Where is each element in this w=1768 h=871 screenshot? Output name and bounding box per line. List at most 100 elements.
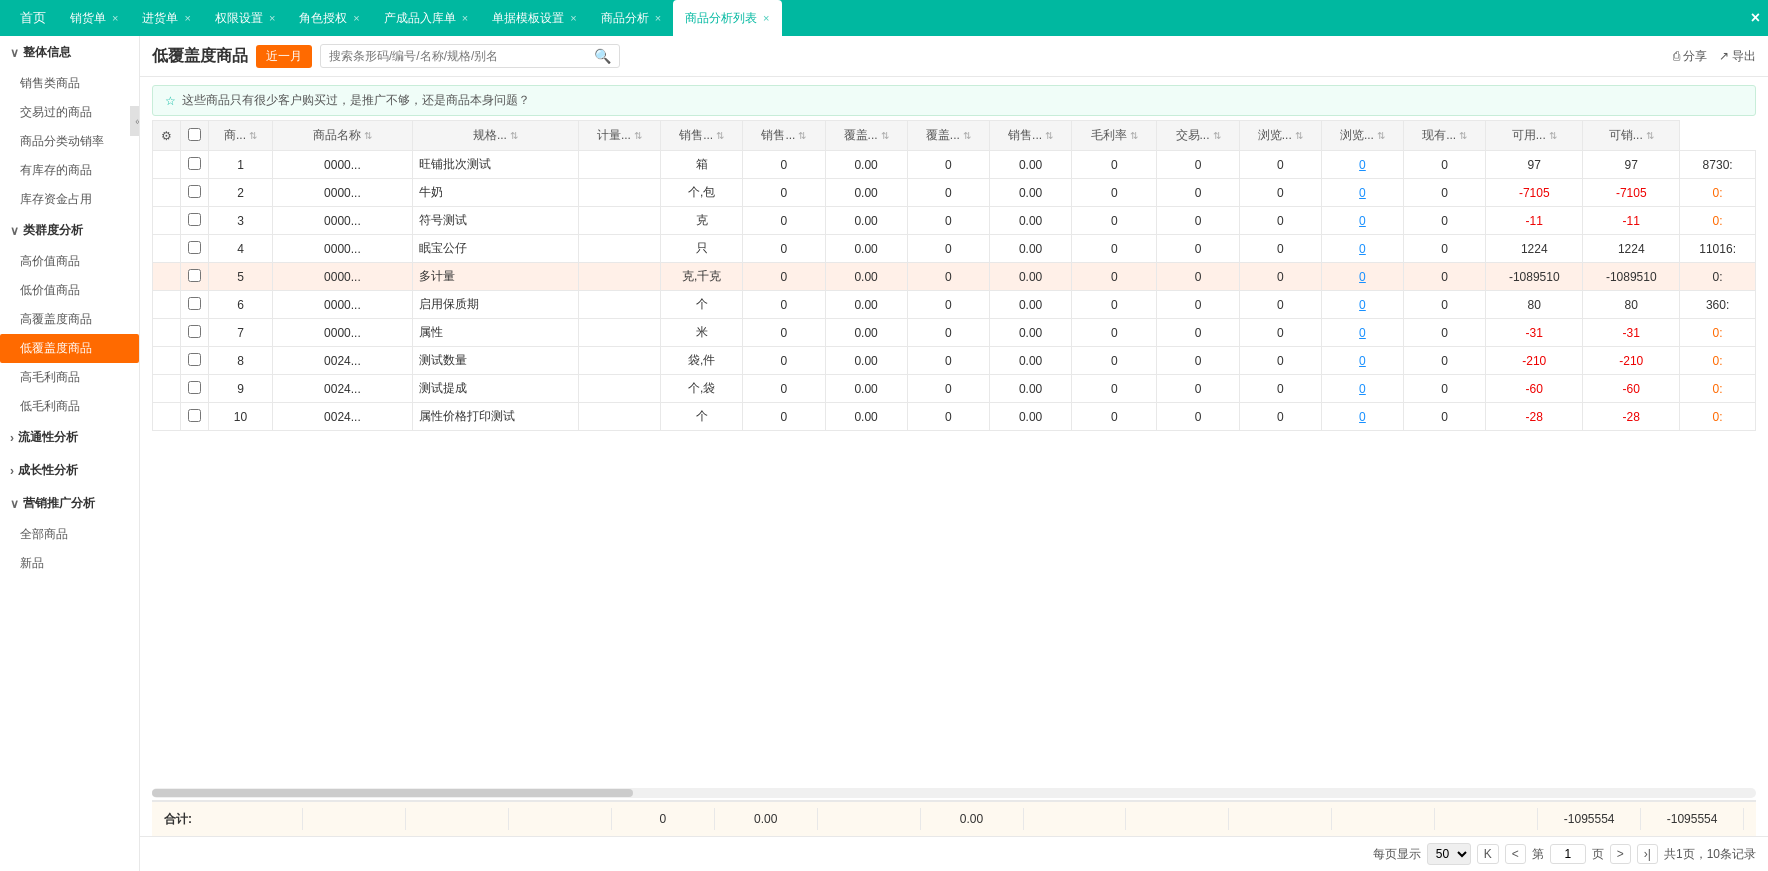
cell-check[interactable] [181,235,209,263]
th-saleable[interactable]: 可销...⇅ [1583,121,1680,151]
page-number-input[interactable] [1550,844,1586,864]
sidebar-item-traded-goods[interactable]: 交易过的商品 [0,98,139,127]
per-page-select[interactable]: 50 [1427,843,1471,865]
nav-home[interactable]: 首页 [8,0,58,36]
first-page-button[interactable]: K [1477,844,1499,864]
nav-sales[interactable]: 销货单 × [58,0,130,36]
cell-check[interactable] [181,207,209,235]
cell-check[interactable] [181,291,209,319]
nav-analysis[interactable]: 商品分析 × [589,0,673,36]
nav-roles-close[interactable]: × [353,12,359,24]
cell-check[interactable] [181,151,209,179]
row-checkbox[interactable] [188,325,201,338]
row-checkbox[interactable] [188,185,201,198]
cell-browse1[interactable]: 0 [1321,319,1403,347]
export-button[interactable]: ↗ 导出 [1719,48,1756,65]
time-filter-button[interactable]: 近一月 [256,45,312,68]
th-available-stock[interactable]: 可用...⇅ [1486,121,1583,151]
nav-permissions-close[interactable]: × [269,12,275,24]
next-page-button[interactable]: > [1610,844,1631,864]
row-checkbox[interactable] [188,157,201,170]
th-browse1[interactable]: 浏览...⇅ [1239,121,1321,151]
nav-template-close[interactable]: × [570,12,576,24]
share-button[interactable]: ⎙ 分享 [1673,48,1707,65]
sidebar-item-sales-goods[interactable]: 销售类商品 [0,69,139,98]
th-coverage1[interactable]: 覆盖...⇅ [825,121,907,151]
nav-analysis-close[interactable]: × [655,12,661,24]
row-checkbox[interactable] [188,353,201,366]
cell-check[interactable] [181,375,209,403]
th-code[interactable]: 商...⇅ [209,121,273,151]
nav-warehouse[interactable]: 产成品入库单 × [372,0,480,36]
search-input[interactable] [329,49,594,63]
cell-check[interactable] [181,319,209,347]
cell-check[interactable] [181,347,209,375]
cell-browse1[interactable]: 0 [1321,403,1403,431]
cell-check[interactable] [181,179,209,207]
sidebar-item-low-margin[interactable]: 低毛利商品 [0,392,139,421]
cell-browse1[interactable]: 0 [1321,263,1403,291]
sidebar-collapse-btn[interactable]: « [130,106,140,136]
th-spec[interactable]: 规格...⇅ [412,121,578,151]
prev-page-button[interactable]: < [1505,844,1526,864]
nav-warehouse-close[interactable]: × [462,12,468,24]
scrollbar-thumb[interactable] [152,789,633,797]
horizontal-scrollbar[interactable] [152,788,1756,798]
nav-purchase-close[interactable]: × [184,12,190,24]
sidebar-section-marketing[interactable]: ∨ 营销推广分析 [0,487,139,520]
cell-browse1[interactable]: 0 [1321,291,1403,319]
cell-check[interactable] [181,263,209,291]
row-checkbox[interactable] [188,297,201,310]
cell-trade: 0 [1239,235,1321,263]
sidebar-item-new-goods[interactable]: 新品 [0,549,139,578]
th-gross-rate[interactable]: 毛利率⇅ [1072,121,1157,151]
nav-roles[interactable]: 角色授权 × [287,0,371,36]
sidebar-item-capital-occupation[interactable]: 库存资金占用 [0,185,139,214]
nav-analysis-list-close[interactable]: × [763,12,769,24]
th-sales-rate[interactable]: 销售...⇅ [989,121,1071,151]
nav-template[interactable]: 单据模板设置 × [480,0,588,36]
nav-sales-close[interactable]: × [112,12,118,24]
th-sales-amount[interactable]: 销售...⇅ [743,121,825,151]
sidebar-item-high-value[interactable]: 高价值商品 [0,247,139,276]
last-page-button[interactable]: ›| [1637,844,1658,864]
th-name[interactable]: 商品名称⇅ [272,121,412,151]
sidebar-item-all-goods[interactable]: 全部商品 [0,520,139,549]
th-browse2[interactable]: 浏览...⇅ [1321,121,1403,151]
sidebar-item-category-rate[interactable]: 商品分类动销率 [0,127,139,156]
sidebar-section-liquidity[interactable]: › 流通性分析 [0,421,139,454]
row-checkbox[interactable] [188,409,201,422]
sidebar-item-stock-goods[interactable]: 有库存的商品 [0,156,139,185]
cell-browse1[interactable]: 0 [1321,151,1403,179]
nav-purchase[interactable]: 进货单 × [130,0,202,36]
select-all-checkbox[interactable] [188,128,201,141]
table-row: 6 0000... 启用保质期 个 0 0.00 0 0.00 0 0 0 0 … [153,291,1756,319]
cell-check[interactable] [181,403,209,431]
sidebar-item-low-coverage[interactable]: 低覆盖度商品 [0,334,139,363]
th-settings[interactable]: ⚙ [153,121,181,151]
row-checkbox[interactable] [188,241,201,254]
th-trade[interactable]: 交易...⇅ [1157,121,1239,151]
sidebar-item-high-margin[interactable]: 高毛利商品 [0,363,139,392]
nav-analysis-list[interactable]: 商品分析列表 × [673,0,781,36]
row-checkbox[interactable] [188,269,201,282]
row-checkbox[interactable] [188,213,201,226]
sidebar-section-growth[interactable]: › 成长性分析 [0,454,139,487]
th-unit[interactable]: 计量...⇅ [578,121,660,151]
cell-browse1[interactable]: 0 [1321,375,1403,403]
nav-close-all[interactable]: × [1751,9,1760,27]
sidebar-section-group[interactable]: ∨ 类群度分析 [0,214,139,247]
th-current-stock[interactable]: 现有...⇅ [1404,121,1486,151]
row-checkbox[interactable] [188,381,201,394]
th-checkbox[interactable] [181,121,209,151]
sidebar-section-overall[interactable]: ∨ 整体信息 [0,36,139,69]
cell-browse1[interactable]: 0 [1321,179,1403,207]
sidebar-item-high-coverage[interactable]: 高覆盖度商品 [0,305,139,334]
cell-browse1[interactable]: 0 [1321,235,1403,263]
cell-browse1[interactable]: 0 [1321,347,1403,375]
cell-browse1[interactable]: 0 [1321,207,1403,235]
th-sales-qty[interactable]: 销售...⇅ [661,121,743,151]
nav-permissions[interactable]: 权限设置 × [203,0,287,36]
sidebar-item-low-value[interactable]: 低价值商品 [0,276,139,305]
th-coverage2[interactable]: 覆盖...⇅ [907,121,989,151]
